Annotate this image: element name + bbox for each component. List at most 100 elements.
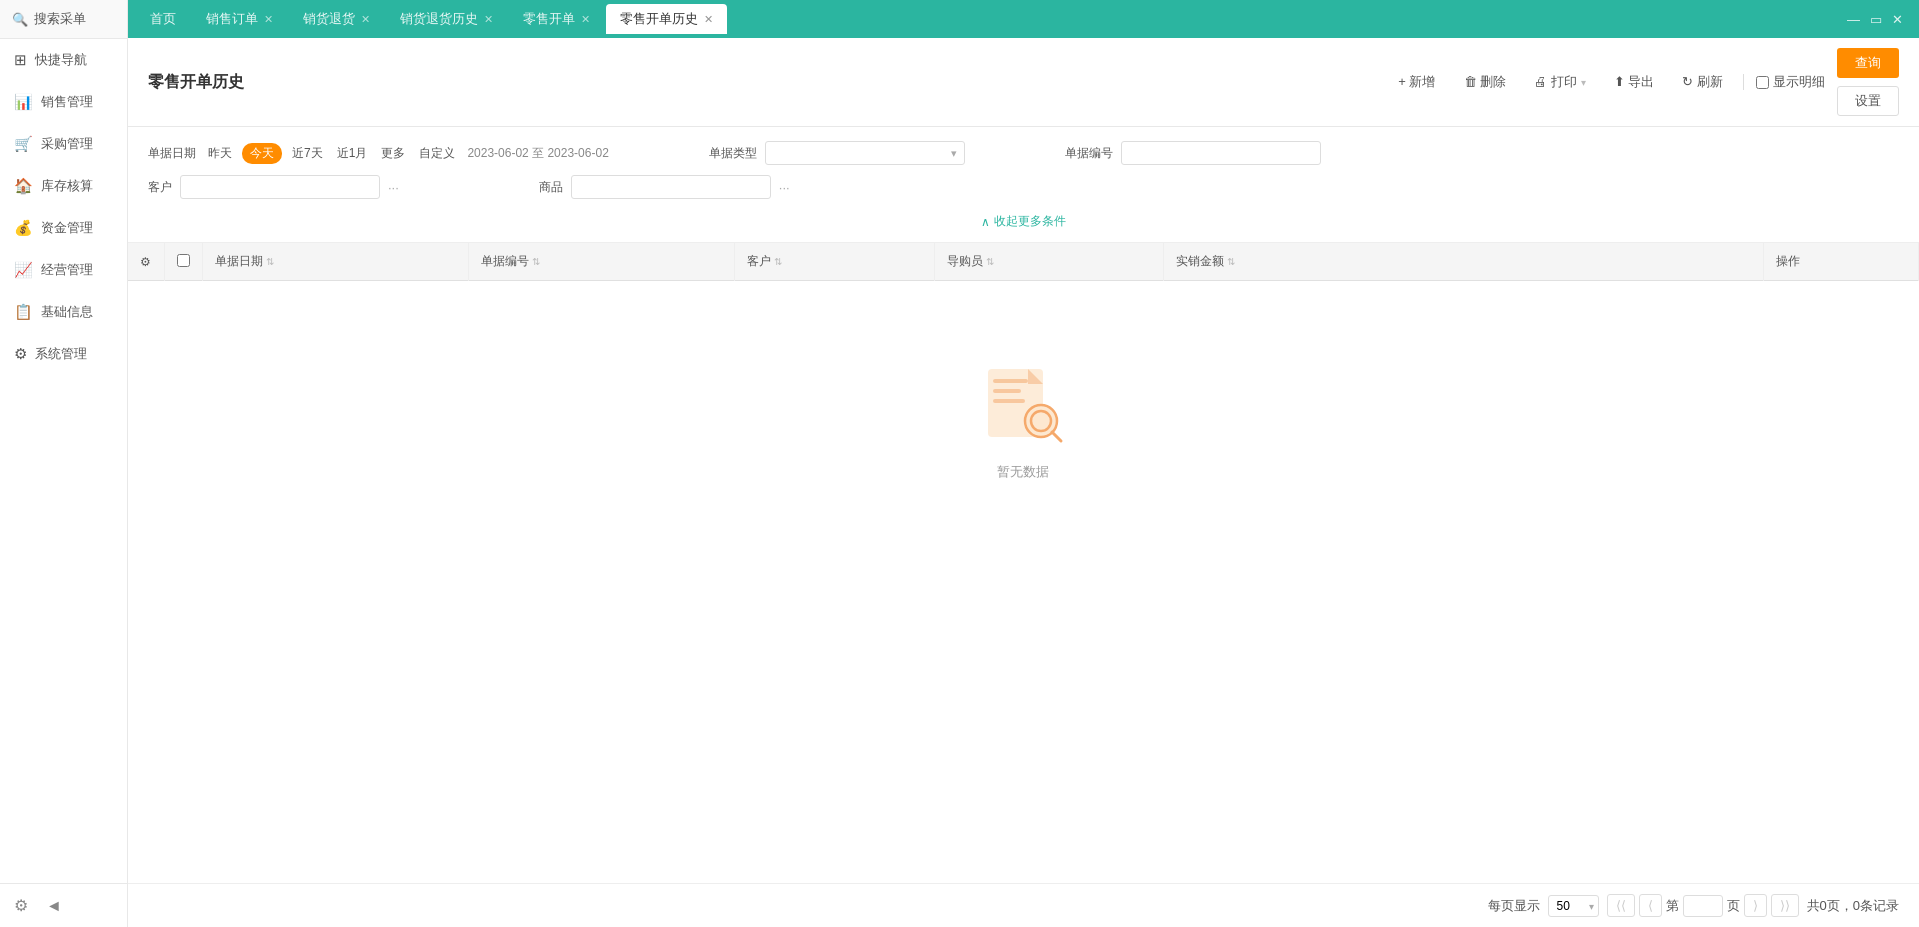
sidebar-search[interactable]: 🔍 搜索采单 — [0, 0, 127, 39]
tab-sales-return-history[interactable]: 销货退货历史 ✕ — [386, 4, 507, 34]
col-settings[interactable]: ⚙ — [128, 243, 164, 281]
toolbar-divider — [1743, 74, 1744, 90]
table-container: ⚙ 单据日期 ⇅ 单据编号 — [128, 243, 1919, 883]
sort-customer-icon: ⇅ — [774, 256, 782, 267]
date-today[interactable]: 今天 — [242, 143, 282, 164]
tab-retail-open-close[interactable]: ✕ — [581, 13, 590, 26]
date-custom[interactable]: 自定义 — [415, 143, 459, 164]
sidebar-item-system[interactable]: ⚙ 系统管理 — [0, 333, 127, 375]
tab-sales-order-close[interactable]: ✕ — [264, 13, 273, 26]
close-window-icon[interactable]: ✕ — [1892, 12, 1903, 27]
filter-doc-type-group: 单据类型 — [709, 141, 965, 165]
sidebar-item-inventory[interactable]: 🏠 库存核算 — [0, 165, 127, 207]
sidebar-item-basics[interactable]: 📋 基础信息 — [0, 291, 127, 333]
customer-input[interactable] — [180, 175, 380, 199]
print-label: 🖨 打印 — [1534, 73, 1577, 91]
select-all-checkbox[interactable] — [177, 254, 190, 267]
total-info: 共0页，0条记录 — [1807, 897, 1899, 915]
goods-more-icon[interactable]: ··· — [779, 180, 790, 195]
page-number-input[interactable]: 1 — [1683, 895, 1723, 917]
customer-more-icon[interactable]: ··· — [388, 180, 399, 195]
date-yesterday[interactable]: 昨天 — [204, 143, 236, 164]
page-title: 零售开单历史 — [148, 72, 1390, 93]
filter-doc-number-group: 单据编号 — [1065, 141, 1321, 165]
tab-sales-return-close[interactable]: ✕ — [361, 13, 370, 26]
doc-number-input[interactable] — [1121, 141, 1321, 165]
settings-icon[interactable]: ⚙ — [14, 896, 28, 915]
export-button[interactable]: ⬆ 导出 — [1606, 69, 1663, 95]
tab-retail-open-history-label: 零售开单历史 — [620, 10, 698, 28]
doc-number-label: 单据编号 — [1065, 145, 1113, 162]
table-body: 暂无数据 — [128, 281, 1919, 542]
operations-icon: 📈 — [14, 261, 33, 279]
query-button[interactable]: 查询 — [1837, 48, 1899, 78]
col-guide: 导购员 ⇅ — [935, 243, 1163, 281]
collapse-filter-button[interactable]: ∧ 收起更多条件 — [981, 209, 1066, 234]
doc-type-wrapper — [765, 141, 965, 165]
table-header: ⚙ 单据日期 ⇅ 单据编号 — [128, 243, 1919, 281]
tab-retail-open[interactable]: 零售开单 ✕ — [509, 4, 604, 34]
prev-page-button[interactable]: ⟨ — [1639, 894, 1662, 917]
page-unit-label: 页 — [1727, 897, 1740, 915]
tab-sales-order[interactable]: 销售订单 ✕ — [192, 4, 287, 34]
tab-sales-return-history-close[interactable]: ✕ — [484, 13, 493, 26]
sort-doc-number[interactable]: 单据编号 ⇅ — [481, 253, 540, 270]
next-page-button[interactable]: ⟩ — [1744, 894, 1767, 917]
date-week[interactable]: 近7天 — [288, 143, 327, 164]
settings-button[interactable]: 设置 — [1837, 86, 1899, 116]
goods-label: 商品 — [539, 179, 563, 196]
svg-line-6 — [1052, 432, 1061, 441]
minimize-icon[interactable]: — — [1847, 12, 1860, 27]
main-area: 首页 销售订单 ✕ 销货退货 ✕ 销货退货历史 ✕ 零售开单 ✕ 零售开单历史 … — [128, 0, 1919, 927]
refresh-button[interactable]: ↻ 刷新 — [1674, 69, 1731, 95]
sort-amount[interactable]: 实销金额 ⇅ — [1176, 253, 1235, 270]
col-doc-number-label: 单据编号 — [481, 253, 529, 270]
sidebar-item-label: 基础信息 — [41, 303, 93, 321]
sidebar-item-purchase-mgmt[interactable]: 🛒 采购管理 — [0, 123, 127, 165]
sort-customer[interactable]: 客户 ⇅ — [747, 253, 782, 270]
sidebar-item-quick-nav[interactable]: ⊞ 快捷导航 — [0, 39, 127, 81]
sidebar-item-operations[interactable]: 📈 经营管理 — [0, 249, 127, 291]
page-size-wrapper: 10 20 50 100 — [1548, 895, 1599, 917]
tab-retail-open-history[interactable]: 零售开单历史 ✕ — [606, 4, 727, 34]
sidebar-bottom: ⚙ ◄ — [0, 883, 127, 927]
print-button[interactable]: 🖨 打印 ▾ — [1526, 69, 1594, 95]
filter-row-1: 单据日期 昨天 今天 近7天 近1月 更多 自定义 2023-06-02 至 2… — [148, 141, 1899, 165]
sidebar-search-label: 搜索采单 — [34, 10, 86, 28]
tab-home[interactable]: 首页 — [136, 4, 190, 34]
restore-icon[interactable]: ▭ — [1870, 12, 1882, 27]
sort-doc-date[interactable]: 单据日期 ⇅ — [215, 253, 274, 270]
empty-icon — [973, 361, 1073, 451]
display-detail-toggle[interactable]: 显示明细 — [1756, 73, 1825, 91]
display-detail-checkbox[interactable] — [1756, 76, 1769, 89]
goods-input[interactable] — [571, 175, 771, 199]
sidebar-item-label: 资金管理 — [41, 219, 93, 237]
collapse-sidebar-icon[interactable]: ◄ — [46, 897, 62, 915]
collapse-label: 收起更多条件 — [994, 213, 1066, 230]
search-icon: 🔍 — [12, 12, 28, 27]
add-button[interactable]: + 新增 — [1390, 69, 1443, 95]
date-more[interactable]: 更多 — [377, 143, 409, 164]
tab-sales-return[interactable]: 销货退货 ✕ — [289, 4, 384, 34]
doc-type-select[interactable] — [765, 141, 965, 165]
last-page-button[interactable]: ⟩⟩ — [1771, 894, 1799, 917]
date-month[interactable]: 近1月 — [333, 143, 372, 164]
col-doc-date: 单据日期 ⇅ — [202, 243, 468, 281]
sidebar-item-finance[interactable]: 💰 资金管理 — [0, 207, 127, 249]
delete-label: 🗑 删除 — [1464, 73, 1507, 91]
delete-button[interactable]: 🗑 删除 — [1456, 69, 1515, 95]
print-dropdown-icon[interactable]: ▾ — [1581, 77, 1586, 88]
filter-goods-group: 商品 ··· — [539, 175, 790, 199]
customer-label: 客户 — [148, 179, 172, 196]
page-header: 零售开单历史 + 新增 🗑 删除 🖨 打印 ▾ ⬆ 导出 ↻ 刷新 — [128, 38, 1919, 127]
sort-guide[interactable]: 导购员 ⇅ — [947, 253, 994, 270]
tab-retail-open-history-close[interactable]: ✕ — [704, 13, 713, 26]
filter-date-group: 单据日期 昨天 今天 近7天 近1月 更多 自定义 2023-06-02 至 2… — [148, 143, 609, 164]
filter-customer-group: 客户 ··· — [148, 175, 399, 199]
first-page-button[interactable]: ⟨⟨ — [1607, 894, 1635, 917]
page-size-select[interactable]: 10 20 50 100 — [1548, 895, 1599, 917]
sales-icon: 📊 — [14, 93, 33, 111]
tab-sales-return-label: 销货退货 — [303, 10, 355, 28]
sidebar-item-sales-mgmt[interactable]: 📊 销售管理 — [0, 81, 127, 123]
sort-doc-date-icon: ⇅ — [266, 256, 274, 267]
